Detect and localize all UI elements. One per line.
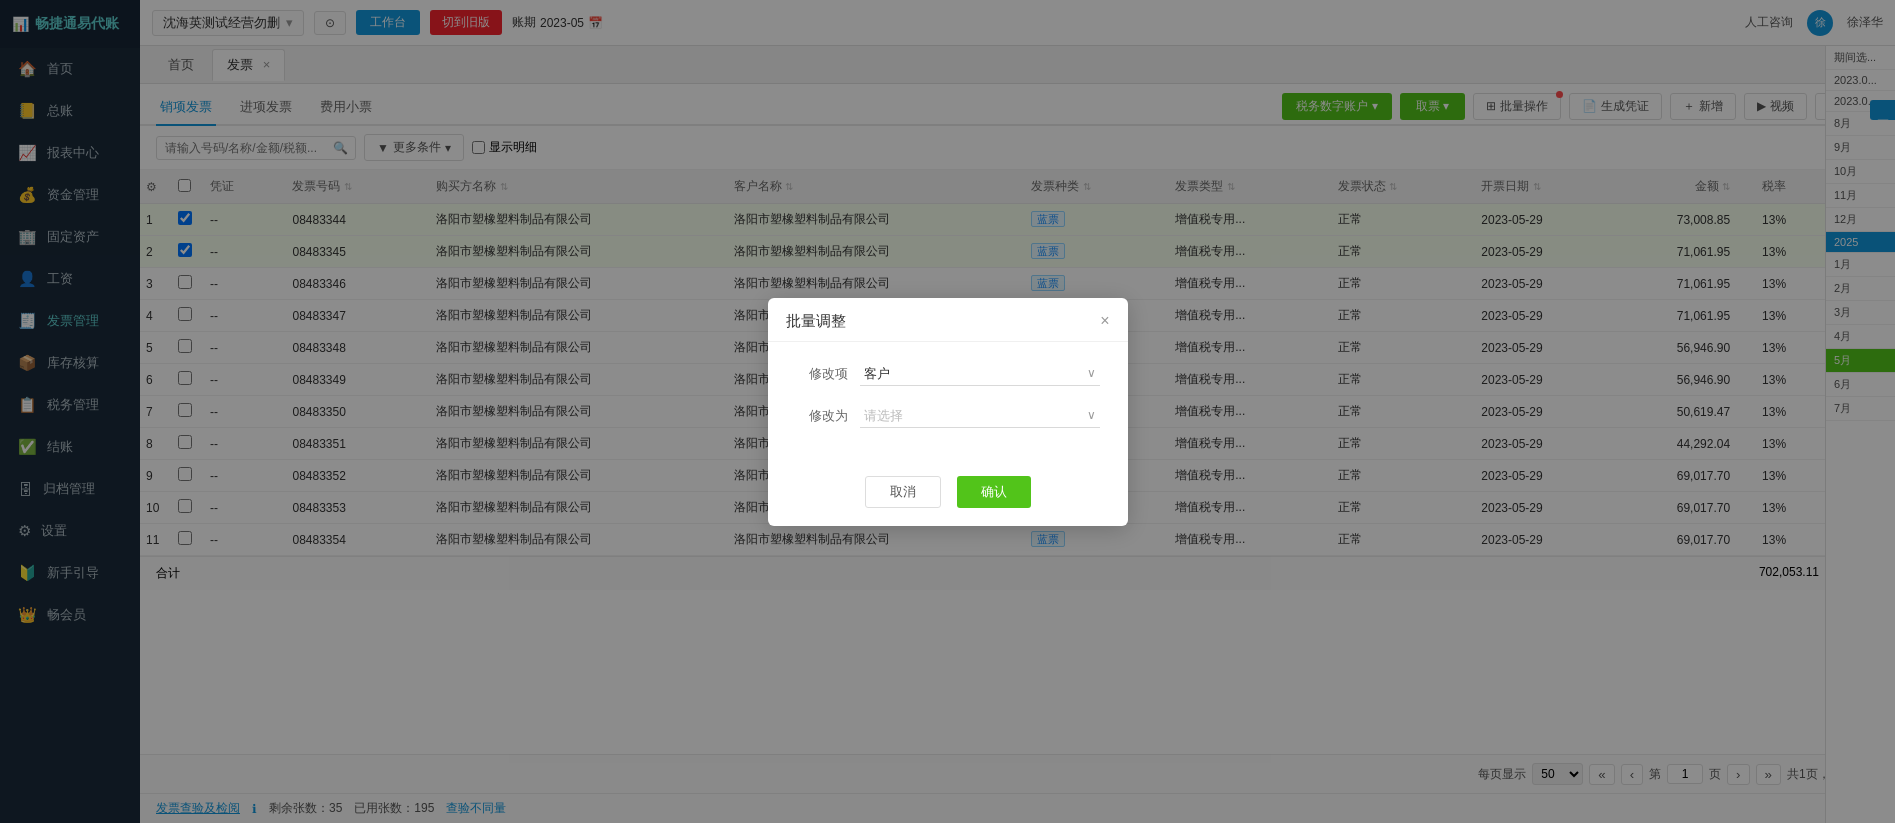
batch-adjust-modal: 批量调整 × 修改项 客户 ∨ 修改为 请选择 ∨ bbox=[768, 298, 1128, 526]
form-row-modify-value: 修改为 请选择 ∨ bbox=[796, 404, 1100, 428]
modify-value-select[interactable]: 请选择 bbox=[860, 404, 1100, 427]
modal-overlay: 批量调整 × 修改项 客户 ∨ 修改为 请选择 ∨ bbox=[0, 0, 1895, 823]
form-row-modify-field: 修改项 客户 ∨ bbox=[796, 362, 1100, 386]
modal-title: 批量调整 bbox=[786, 312, 846, 331]
modify-field-select[interactable]: 客户 bbox=[860, 362, 1100, 385]
modify-value-select-wrap: 请选择 ∨ bbox=[860, 404, 1100, 428]
confirm-button[interactable]: 确认 bbox=[957, 476, 1031, 508]
modify-value-label: 修改为 bbox=[796, 407, 848, 425]
modal-footer: 取消 确认 bbox=[768, 466, 1128, 526]
modal-header: 批量调整 × bbox=[768, 298, 1128, 342]
modal-close-button[interactable]: × bbox=[1100, 312, 1109, 330]
modify-field-label: 修改项 bbox=[796, 365, 848, 383]
modify-field-select-wrap: 客户 ∨ bbox=[860, 362, 1100, 386]
modal-body: 修改项 客户 ∨ 修改为 请选择 ∨ bbox=[768, 342, 1128, 466]
cancel-button[interactable]: 取消 bbox=[865, 476, 941, 508]
